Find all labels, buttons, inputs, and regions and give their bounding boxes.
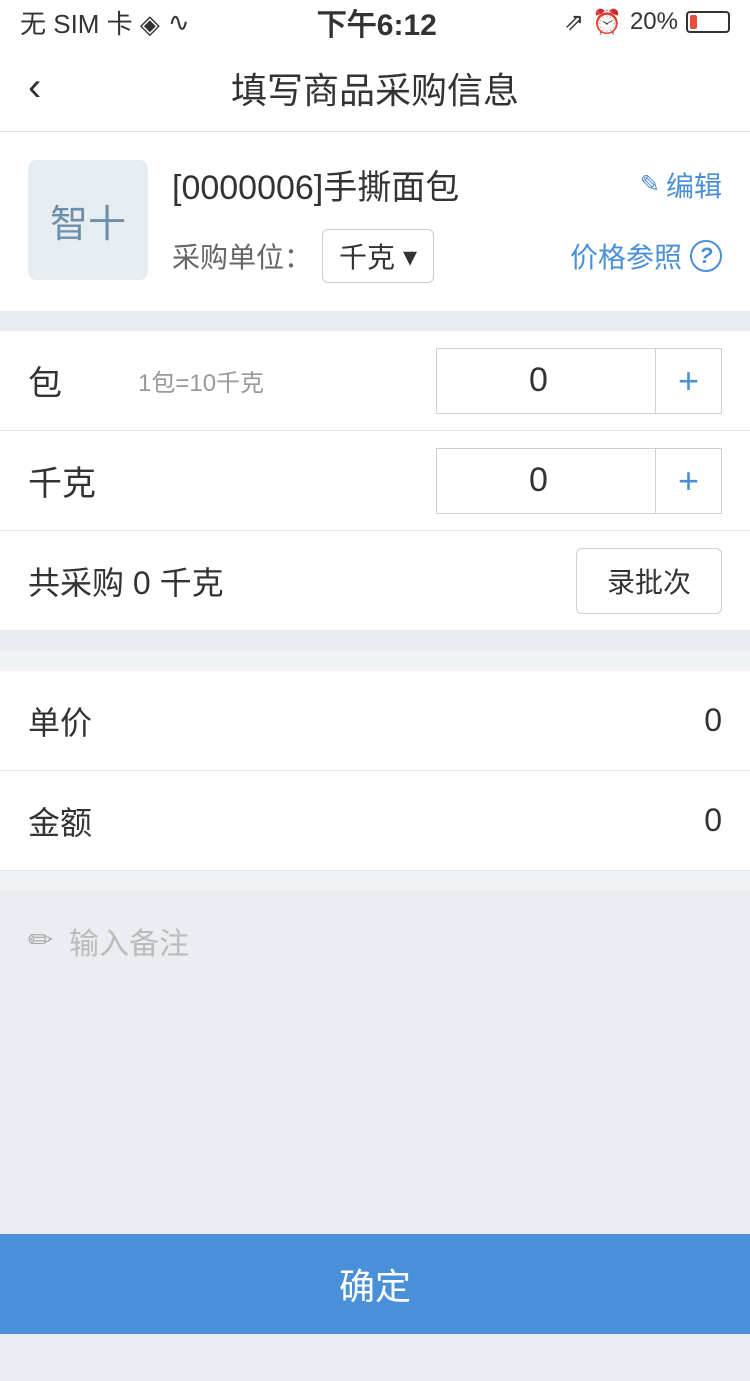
section-divider-2 [0,631,750,651]
alarm-icon: ⏰ [592,8,622,37]
battery-icon [686,11,730,33]
kg-input-control: + [128,448,722,514]
kg-quantity-input[interactable] [436,448,656,514]
product-name-row: [0000006]手撕面包 ✎ 编辑 [172,160,722,209]
bag-label: 包 [28,356,128,405]
total-purchase-text: 共采购 0 千克 [28,558,224,604]
section-divider-1 [0,311,750,331]
unit-label-text: 采购单位： [172,236,312,276]
product-unit-row: 采购单位： 千克 ▾ 价格参照 ? [172,229,722,283]
unit-price-label: 单价 [28,698,92,744]
status-right: ⇗ ⏰ 20% [564,8,730,37]
bag-quantity-input[interactable] [436,348,656,414]
status-time: 下午6:12 [317,0,437,44]
bag-input-control: + [264,348,722,414]
price-ref-button[interactable]: 价格参照 ? [570,236,722,276]
price-ref-label: 价格参照 [570,236,682,276]
page-title: 填写商品采购信息 [231,62,519,114]
product-card: 智十 [0000006]手撕面包 ✎ 编辑 采购单位： 千克 ▾ 价格参照 ? [0,132,750,311]
status-left: 无 SIM 卡 ◈ ∿ [20,4,190,41]
confirm-button[interactable]: 确定 [0,1234,750,1334]
unit-price-row: 单价 0 [0,671,750,771]
summary-row: 共采购 0 千克 录批次 [0,531,750,631]
product-name: [0000006]手撕面包 [172,160,459,209]
product-image: 智十 [28,160,148,280]
amount-label: 金额 [28,798,92,844]
kg-input-row: 千克 + [0,431,750,531]
product-logo: 智十 [50,193,126,248]
product-info: [0000006]手撕面包 ✎ 编辑 采购单位： 千克 ▾ 价格参照 ? [172,160,722,283]
unit-dropdown[interactable]: 千克 ▾ [322,229,434,283]
note-placeholder: 输入备注 [69,919,189,963]
bag-sublabel: 1包=10千克 [138,363,264,398]
input-section: 包 1包=10千克 + 千克 + 共采购 0 千克 录批次 [0,331,750,631]
nav-bar: ‹ 填写商品采购信息 [0,44,750,132]
edit-icon: ✎ [640,170,660,199]
edit-button[interactable]: ✎ 编辑 [640,165,722,205]
batch-record-button[interactable]: 录批次 [576,548,722,614]
info-icon: ? [690,240,722,272]
sim-status: 无 SIM 卡 ◈ [20,4,160,41]
unit-value: 千克 [339,236,395,276]
unit-price-value: 0 [704,702,722,739]
chevron-down-icon: ▾ [403,240,417,273]
back-button[interactable]: ‹ [28,65,41,110]
status-bar: 无 SIM 卡 ◈ ∿ 下午6:12 ⇗ ⏰ 20% [0,0,750,44]
unit-label: 采购单位： 千克 ▾ [172,229,434,283]
note-section[interactable]: ✏ 输入备注 [0,891,750,1031]
amount-value: 0 [704,802,722,839]
price-section: 单价 0 金额 0 [0,671,750,871]
kg-plus-button[interactable]: + [656,448,722,514]
amount-row: 金额 0 [0,771,750,871]
bag-plus-button[interactable]: + [656,348,722,414]
location-icon: ⇗ [564,8,584,37]
pencil-icon: ✏ [28,923,53,958]
edit-label: 编辑 [666,165,722,205]
wifi-icon: ∿ [168,7,190,38]
kg-label: 千克 [28,456,128,505]
battery-percent: 20% [630,8,678,36]
bag-input-row: 包 1包=10千克 + [0,331,750,431]
